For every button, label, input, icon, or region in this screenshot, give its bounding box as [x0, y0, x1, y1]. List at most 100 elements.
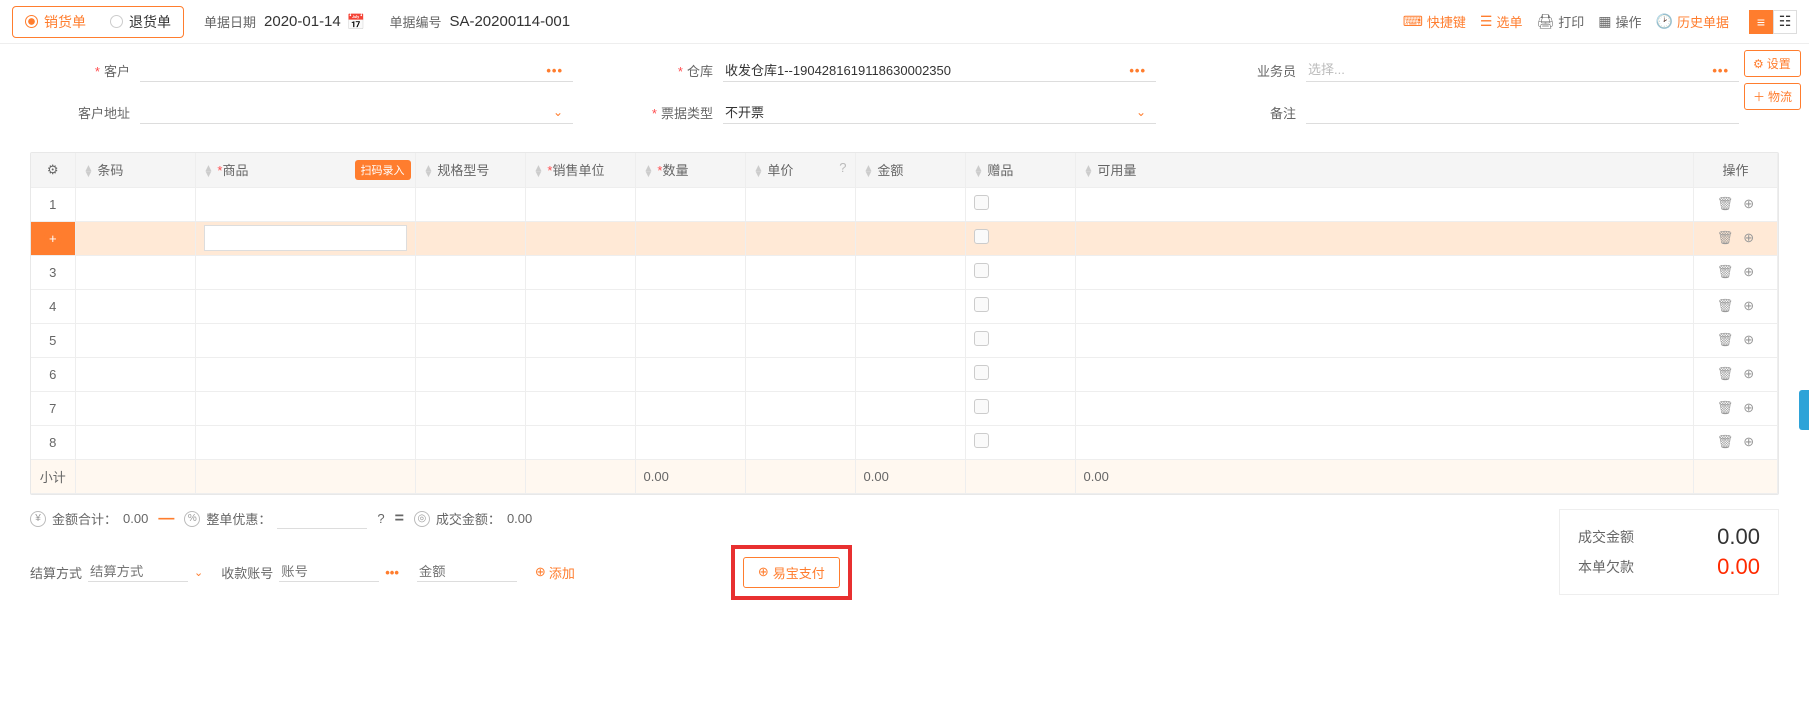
salesman-input[interactable] — [1306, 58, 1739, 82]
more-icon[interactable]: ••• — [1712, 63, 1729, 78]
cell-qty[interactable] — [635, 391, 745, 425]
col-gift[interactable]: ▲▼赠品 — [965, 153, 1075, 187]
cell-amount[interactable] — [855, 221, 965, 255]
warehouse-field[interactable]: *仓库 ••• — [613, 58, 1196, 82]
customer-field[interactable]: *客户 ••• — [30, 58, 613, 82]
delete-row-icon[interactable]: 🗑 — [1717, 332, 1734, 348]
cell-spec[interactable] — [415, 289, 525, 323]
cell-spec[interactable] — [415, 187, 525, 221]
cell-qty[interactable] — [635, 425, 745, 459]
cell-unit[interactable] — [525, 187, 635, 221]
cell-amount[interactable] — [855, 357, 965, 391]
copy-row-icon[interactable]: ⊕ — [1743, 366, 1754, 382]
copy-row-icon[interactable]: ⊕ — [1743, 196, 1754, 212]
cell-gift[interactable] — [965, 323, 1075, 357]
cell-unit[interactable] — [525, 323, 635, 357]
warehouse-input[interactable] — [723, 58, 1156, 82]
gift-checkbox[interactable] — [974, 331, 989, 346]
customer-address-input[interactable] — [140, 100, 573, 124]
table-row[interactable]: 4🗑⊕ — [31, 289, 1778, 323]
product-cell-input[interactable] — [204, 225, 407, 251]
table-settings-button[interactable]: ⚙ — [31, 153, 75, 187]
cell-spec[interactable] — [415, 391, 525, 425]
gift-checkbox[interactable] — [974, 195, 989, 210]
cell-unit[interactable] — [525, 289, 635, 323]
cell-barcode[interactable] — [75, 357, 195, 391]
col-barcode[interactable]: ▲▼条码 — [75, 153, 195, 187]
cell-price[interactable] — [745, 391, 855, 425]
delete-row-icon[interactable]: 🗑 — [1717, 230, 1734, 246]
cell-gift[interactable] — [965, 221, 1075, 255]
cell-product[interactable] — [195, 187, 415, 221]
cell-price[interactable] — [745, 289, 855, 323]
gift-checkbox[interactable] — [974, 433, 989, 448]
cell-product[interactable] — [195, 357, 415, 391]
table-row[interactable]: 5🗑⊕ — [31, 323, 1778, 357]
col-amount[interactable]: ▲▼金额 — [855, 153, 965, 187]
select-order-button[interactable]: ☰选单 — [1480, 12, 1523, 31]
table-row[interactable]: 6🗑⊕ — [31, 357, 1778, 391]
settle-method-input[interactable] — [88, 562, 188, 582]
table-row[interactable]: 3🗑⊕ — [31, 255, 1778, 289]
side-drawer-handle[interactable] — [1799, 390, 1809, 430]
chevron-down-icon[interactable]: ⌄ — [553, 105, 563, 119]
cell-product[interactable] — [195, 391, 415, 425]
col-available[interactable]: ▲▼可用量 — [1075, 153, 1694, 187]
col-product[interactable]: ▲▼*商品扫码录入 — [195, 153, 415, 187]
cell-product[interactable] — [195, 425, 415, 459]
history-button[interactable]: 🕑历史单据 — [1656, 12, 1729, 31]
gift-checkbox[interactable] — [974, 263, 989, 278]
more-icon[interactable]: ••• — [1129, 63, 1146, 78]
gift-checkbox[interactable] — [974, 297, 989, 312]
customer-input[interactable] — [140, 58, 573, 82]
print-button[interactable]: 🖨打印 — [1537, 12, 1585, 31]
add-payment-button[interactable]: ⊕添加 — [535, 563, 575, 582]
cell-qty[interactable] — [635, 187, 745, 221]
discount-input[interactable] — [277, 509, 367, 529]
add-row-icon[interactable]: + — [44, 229, 62, 247]
cell-barcode[interactable] — [75, 323, 195, 357]
cell-qty[interactable] — [635, 221, 745, 255]
cell-gift[interactable] — [965, 425, 1075, 459]
cell-gift[interactable] — [965, 187, 1075, 221]
cell-spec[interactable] — [415, 255, 525, 289]
cell-amount[interactable] — [855, 187, 965, 221]
remark-field[interactable]: 备注 — [1196, 100, 1779, 124]
cell-amount[interactable] — [855, 425, 965, 459]
cell-spec[interactable] — [415, 323, 525, 357]
cell-gift[interactable] — [965, 255, 1075, 289]
copy-row-icon[interactable]: ⊕ — [1743, 400, 1754, 416]
gift-checkbox[interactable] — [974, 365, 989, 380]
invoice-type-field[interactable]: *票据类型 ⌄ — [613, 100, 1196, 124]
cell-qty[interactable] — [635, 323, 745, 357]
account-field[interactable]: 收款账号 ••• — [221, 562, 399, 582]
cell-price[interactable] — [745, 221, 855, 255]
delete-row-icon[interactable]: 🗑 — [1717, 434, 1734, 450]
cell-price[interactable] — [745, 357, 855, 391]
calendar-icon[interactable]: 📅 — [347, 13, 366, 31]
view-detail-button[interactable]: ☷ — [1773, 10, 1797, 34]
gift-checkbox[interactable] — [974, 399, 989, 414]
delete-row-icon[interactable]: 🗑 — [1717, 264, 1734, 280]
remark-input[interactable] — [1306, 100, 1739, 124]
cell-amount[interactable] — [855, 289, 965, 323]
view-compact-button[interactable]: ≡ — [1749, 10, 1773, 34]
cell-barcode[interactable] — [75, 255, 195, 289]
cell-spec[interactable] — [415, 357, 525, 391]
delete-row-icon[interactable]: 🗑 — [1717, 366, 1734, 382]
cell-qty[interactable] — [635, 289, 745, 323]
delete-row-icon[interactable]: 🗑 — [1717, 196, 1734, 212]
invoice-type-input[interactable] — [723, 100, 1156, 124]
copy-row-icon[interactable]: ⊕ — [1743, 298, 1754, 314]
operate-button[interactable]: ▦操作 — [1598, 12, 1641, 31]
delete-row-icon[interactable]: 🗑 — [1717, 298, 1734, 314]
table-row[interactable]: 8🗑⊕ — [31, 425, 1778, 459]
customer-address-field[interactable]: 客户地址 ⌄ — [30, 100, 613, 124]
table-row[interactable]: +🗑⊕ — [31, 221, 1778, 255]
gift-checkbox[interactable] — [974, 229, 989, 244]
cell-product[interactable] — [195, 323, 415, 357]
help-icon[interactable]: ? — [839, 160, 846, 175]
cell-amount[interactable] — [855, 255, 965, 289]
table-row[interactable]: 7🗑⊕ — [31, 391, 1778, 425]
cell-gift[interactable] — [965, 391, 1075, 425]
